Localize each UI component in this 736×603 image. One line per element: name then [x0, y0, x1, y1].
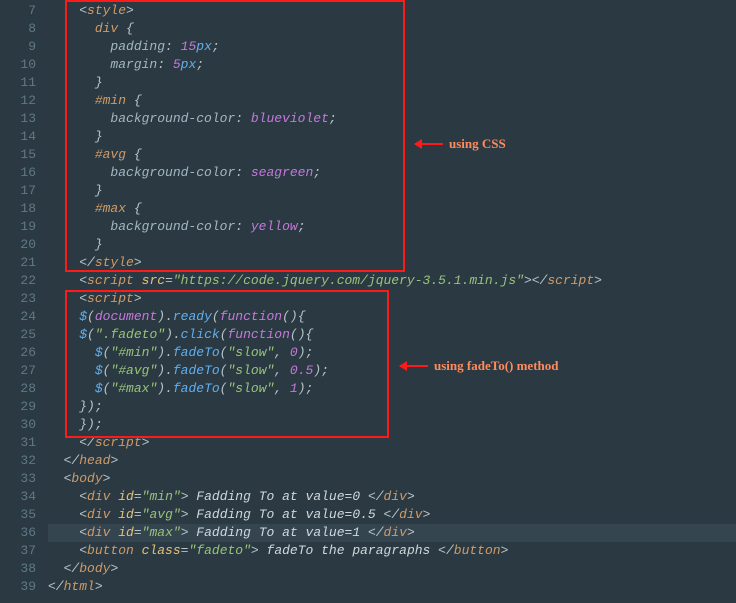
line-number: 17 — [0, 182, 48, 200]
code-line: div { — [48, 20, 736, 38]
line-number: 33 — [0, 470, 48, 488]
line-number: 11 — [0, 74, 48, 92]
code-editor: 7 8 9 10 11 12 13 14 15 16 17 18 19 20 2… — [0, 0, 736, 603]
code-line: background-color: yellow; — [48, 218, 736, 236]
code-line: <script> — [48, 290, 736, 308]
code-line: } — [48, 128, 736, 146]
code-line: $("#max").fadeTo("slow", 1); — [48, 380, 736, 398]
code-line: #avg { — [48, 146, 736, 164]
code-line: }); — [48, 398, 736, 416]
code-line: <div id="max"> Fadding To at value=1 </d… — [48, 524, 736, 542]
line-number: 22 — [0, 272, 48, 290]
annotation-label: using fadeTo() method — [434, 358, 558, 374]
line-number: 12 — [0, 92, 48, 110]
line-number: 7 — [0, 2, 48, 20]
line-number: 19 — [0, 218, 48, 236]
line-number: 39 — [0, 578, 48, 596]
line-number: 25 — [0, 326, 48, 344]
line-number: 34 — [0, 488, 48, 506]
code-line: </body> — [48, 560, 736, 578]
code-line: margin: 5px; — [48, 56, 736, 74]
line-number: 14 — [0, 128, 48, 146]
code-line: } — [48, 74, 736, 92]
code-line: } — [48, 182, 736, 200]
line-number: 28 — [0, 380, 48, 398]
code-line: </html> — [48, 578, 736, 596]
arrow-left-icon — [400, 365, 428, 367]
code-line: $(".fadeto").click(function(){ — [48, 326, 736, 344]
line-number: 32 — [0, 452, 48, 470]
line-number: 8 — [0, 20, 48, 38]
code-area[interactable]: <style> div { padding: 15px; margin: 5px… — [48, 0, 736, 603]
line-number: 16 — [0, 164, 48, 182]
code-line: } — [48, 236, 736, 254]
line-number: 24 — [0, 308, 48, 326]
code-line: </style> — [48, 254, 736, 272]
code-line: background-color: blueviolet; — [48, 110, 736, 128]
line-number: 10 — [0, 56, 48, 74]
line-number: 29 — [0, 398, 48, 416]
code-line: </script> — [48, 434, 736, 452]
line-number: 23 — [0, 290, 48, 308]
code-line: $("#avg").fadeTo("slow", 0.5); — [48, 362, 736, 380]
line-number-gutter: 7 8 9 10 11 12 13 14 15 16 17 18 19 20 2… — [0, 0, 48, 603]
code-line: }); — [48, 416, 736, 434]
code-line: </head> — [48, 452, 736, 470]
line-number: 35 — [0, 506, 48, 524]
code-line: background-color: seagreen; — [48, 164, 736, 182]
annotation-label: using CSS — [449, 136, 506, 152]
annotation-fadeto: using fadeTo() method — [400, 358, 558, 374]
line-number: 13 — [0, 110, 48, 128]
line-number: 27 — [0, 362, 48, 380]
line-number: 20 — [0, 236, 48, 254]
code-line: <body> — [48, 470, 736, 488]
line-number: 30 — [0, 416, 48, 434]
line-number: 38 — [0, 560, 48, 578]
line-number: 37 — [0, 542, 48, 560]
line-number: 21 — [0, 254, 48, 272]
code-line: #min { — [48, 92, 736, 110]
code-line: padding: 15px; — [48, 38, 736, 56]
line-number: 26 — [0, 344, 48, 362]
code-line: $("#min").fadeTo("slow", 0); — [48, 344, 736, 362]
code-line: #max { — [48, 200, 736, 218]
code-line: <style> — [48, 2, 736, 20]
line-number: 36 — [0, 524, 48, 542]
line-number: 9 — [0, 38, 48, 56]
line-number: 31 — [0, 434, 48, 452]
annotation-css: using CSS — [415, 136, 506, 152]
code-line: <script src="https://code.jquery.com/jqu… — [48, 272, 736, 290]
line-number: 18 — [0, 200, 48, 218]
code-line: <div id="avg"> Fadding To at value=0.5 <… — [48, 506, 736, 524]
code-line: $(document).ready(function(){ — [48, 308, 736, 326]
line-number: 15 — [0, 146, 48, 164]
code-line: <div id="min"> Fadding To at value=0 </d… — [48, 488, 736, 506]
arrow-left-icon — [415, 143, 443, 145]
code-line: <button class="fadeto"> fadeTo the parag… — [48, 542, 736, 560]
